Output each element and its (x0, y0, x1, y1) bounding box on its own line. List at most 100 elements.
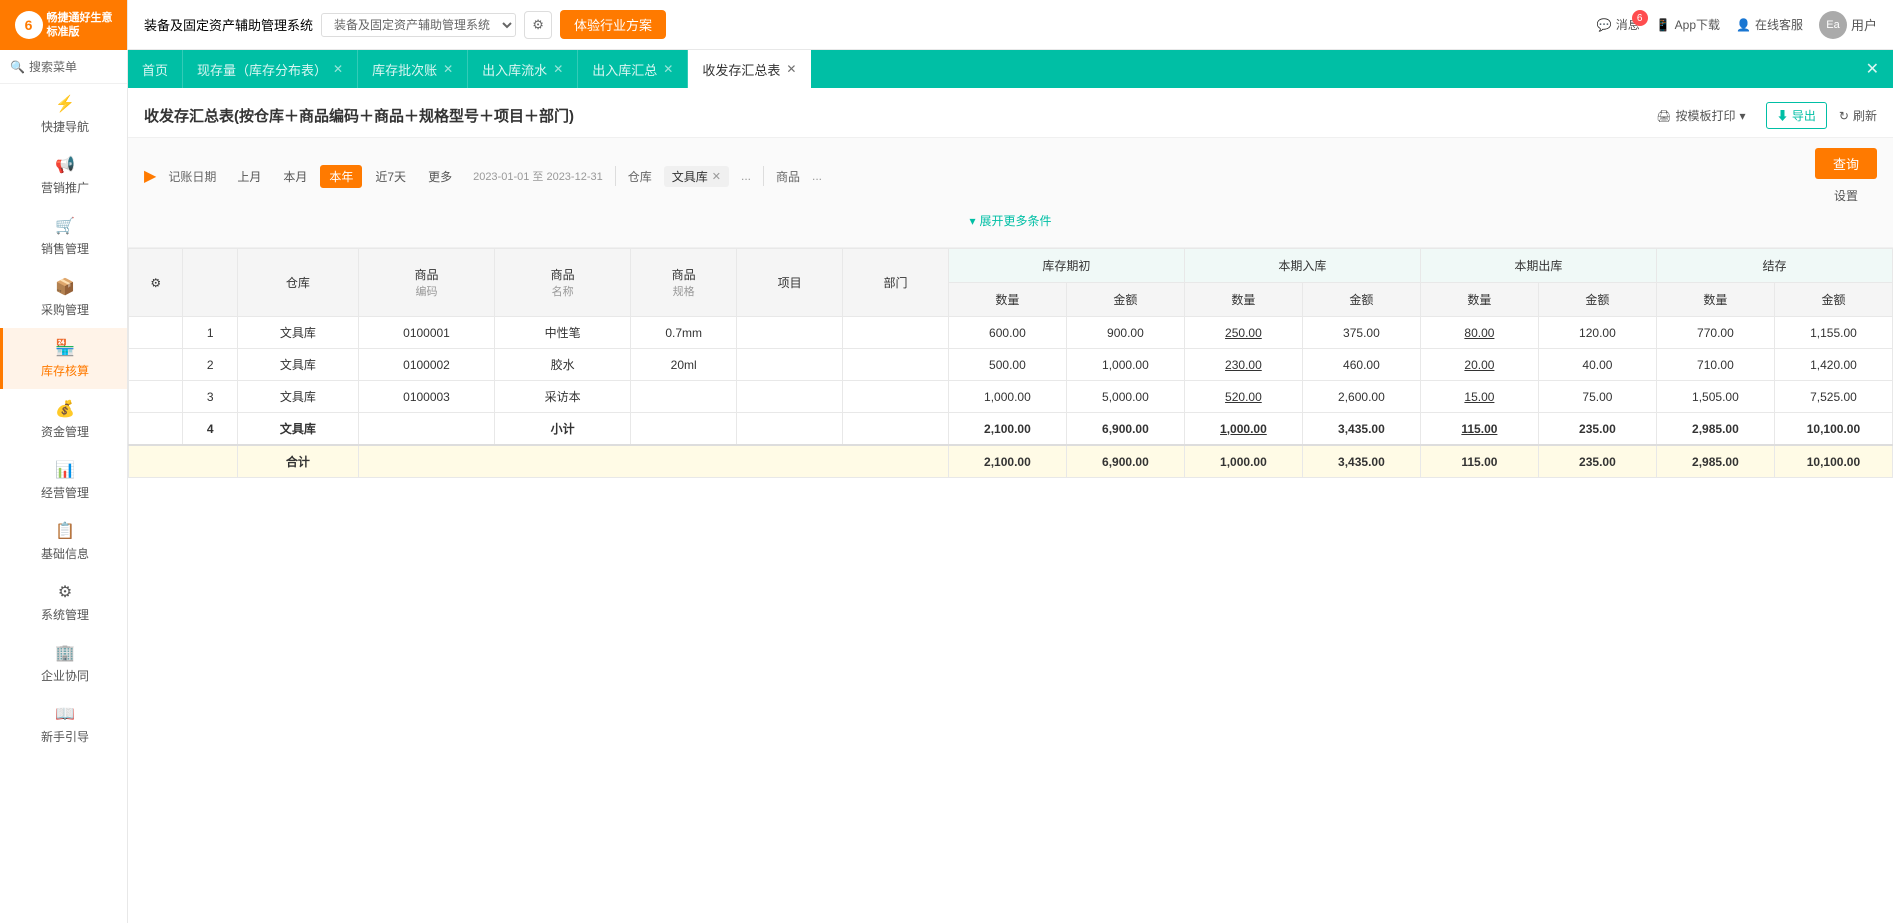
cell-total-in-amt: 3,435.00 (1302, 445, 1420, 478)
cell-in-qty[interactable]: 1,000.00 (1184, 413, 1302, 446)
tab-receipt-summary[interactable]: 收发存汇总表 ✕ (688, 50, 811, 88)
operations-icon: 📊 (55, 460, 75, 480)
refresh-label: 刷新 (1853, 107, 1877, 124)
date-btn-this-month[interactable]: 本月 (274, 165, 316, 188)
th-bal-amt: 金额 (1774, 283, 1892, 317)
export-label: 导出 (1792, 109, 1816, 123)
sidebar-item-basic-info[interactable]: 📋 基础信息 (0, 511, 127, 572)
sidebar-item-operations[interactable]: 📊 经营管理 (0, 450, 127, 511)
th-settings[interactable]: ⚙ (129, 249, 183, 317)
cell-out-amt: 120.00 (1538, 317, 1656, 349)
th-goods: 商品名称 (495, 249, 631, 317)
sidebar-item-purchase[interactable]: 📦 采购管理 (0, 267, 127, 328)
sidebar-item-label: 资金管理 (41, 423, 89, 440)
user-btn[interactable]: Ea 用户 (1819, 11, 1877, 39)
cell-in-qty[interactable]: 230.00 (1184, 349, 1302, 381)
date-btn-last-7-days[interactable]: 近7天 (366, 165, 415, 188)
date-btn-last-month[interactable]: 上月 (228, 165, 270, 188)
cell-project (737, 349, 843, 381)
filter-collapse-btn[interactable]: ▶ (144, 166, 156, 186)
cell-no: 4 (183, 413, 237, 446)
cell-in-qty[interactable]: 250.00 (1184, 317, 1302, 349)
sidebar-item-quick-nav[interactable]: ⚡ 快捷导航 (0, 84, 127, 145)
export-btn[interactable]: ⬇ 导出 (1766, 102, 1827, 129)
date-btn-this-year[interactable]: 本年 (320, 165, 362, 188)
tab-batch-ledger-close[interactable]: ✕ (443, 62, 453, 76)
date-btn-more[interactable]: 更多 (419, 165, 461, 188)
trial-button[interactable]: 体验行业方案 (560, 10, 666, 39)
cell-out-qty[interactable]: 80.00 (1420, 317, 1538, 349)
th-no (183, 249, 237, 317)
cell-in-amt: 460.00 (1302, 349, 1420, 381)
newbie-icon: 📖 (55, 704, 75, 724)
date-range-display: 2023-01-01 至 2023-12-31 (473, 168, 603, 184)
sidebar-item-newbie[interactable]: 📖 新手引导 (0, 694, 127, 755)
sidebar-search[interactable]: 🔍 搜索菜单 (0, 50, 127, 84)
tab-inventory-dist[interactable]: 现存量（库存分布表） ✕ (183, 50, 358, 88)
system-selector[interactable]: 装备及固定资产辅助管理系统 (321, 13, 516, 37)
chevron-down-icon: ▾ (1740, 109, 1746, 123)
cell-out-qty[interactable]: 115.00 (1420, 413, 1538, 446)
tab-home-label: 首页 (142, 60, 168, 79)
tab-inout-summary[interactable]: 出入库汇总 ✕ (578, 50, 688, 88)
search-label: 搜索菜单 (29, 58, 77, 75)
warehouse-more[interactable]: ... (741, 169, 751, 183)
cell-subtotal-label: 小计 (495, 413, 631, 446)
cell-project (737, 317, 843, 349)
sidebar-item-label: 营销推广 (41, 179, 89, 196)
cell-out-amt: 235.00 (1538, 413, 1656, 446)
sidebar-item-sales[interactable]: 🛒 销售管理 (0, 206, 127, 267)
cell-project (737, 413, 843, 446)
refresh-btn[interactable]: ↻ 刷新 (1839, 107, 1877, 124)
app-download-btn[interactable]: 📱 App下载 (1656, 16, 1720, 33)
sidebar-item-system[interactable]: ⚙ 系统管理 (0, 572, 127, 633)
refresh-icon: ↻ (1839, 109, 1849, 123)
cell-in-qty[interactable]: 520.00 (1184, 381, 1302, 413)
inventory-icon: 🏪 (55, 338, 75, 358)
cell-warehouse: 文具库 (237, 317, 358, 349)
sidebar-item-label: 库存核算 (41, 362, 89, 379)
app-download-label: App下载 (1675, 16, 1720, 33)
tab-bar: 首页 现存量（库存分布表） ✕ 库存批次账 ✕ 出入库流水 ✕ 出入库汇总 ✕ … (128, 50, 1893, 88)
expand-icon: ▾ (969, 214, 975, 228)
cell-out-qty[interactable]: 15.00 (1420, 381, 1538, 413)
tab-inout-summary-close[interactable]: ✕ (663, 62, 673, 76)
th-warehouse: 仓库 (237, 249, 358, 317)
notification-btn[interactable]: 💬 消息 6 (1597, 16, 1640, 33)
cell-dept (843, 317, 949, 349)
warehouse-tag-close[interactable]: ✕ (712, 170, 721, 183)
settings-icon-btn[interactable]: ⚙ (524, 11, 552, 39)
content-area: 收发存汇总表(按仓库＋商品编码＋商品＋规格型号＋项目＋部门) 🖨 按模板打印 ▾… (128, 88, 1893, 923)
cell-total-empty (129, 445, 238, 478)
tab-home[interactable]: 首页 (128, 50, 183, 88)
tab-receipt-summary-close[interactable]: ✕ (786, 62, 796, 76)
cell-spec: 20ml (631, 349, 737, 381)
sidebar: 6 畅捷通好生意标准版 🔍 搜索菜单 ⚡ 快捷导航 📢 营销推广 🛒 销售管理 … (0, 0, 128, 923)
column-settings-icon[interactable]: ⚙ (150, 276, 161, 290)
cell-code: 0100003 (358, 381, 494, 413)
sidebar-item-inventory[interactable]: 🏪 库存核算 (0, 328, 127, 389)
tab-inout-flow[interactable]: 出入库流水 ✕ (468, 50, 578, 88)
template-print-btn[interactable]: 🖨 按模板打印 ▾ (1648, 103, 1753, 128)
query-button[interactable]: 查询 (1815, 148, 1877, 179)
topbar-actions: 💬 消息 6 📱 App下载 👤 在线客服 Ea 用户 (1597, 11, 1877, 39)
cell-total-out-qty: 115.00 (1420, 445, 1538, 478)
sidebar-item-marketing[interactable]: 📢 营销推广 (0, 145, 127, 206)
template-print-label: 按模板打印 (1676, 107, 1736, 124)
sidebar-item-finance[interactable]: 💰 资金管理 (0, 389, 127, 450)
cell-total-opening-qty: 2,100.00 (948, 445, 1066, 478)
goods-more[interactable]: ... (812, 169, 822, 183)
cell-out-qty[interactable]: 20.00 (1420, 349, 1538, 381)
filter-settings-btn[interactable]: 设置 (1834, 187, 1858, 204)
th-in-qty: 数量 (1184, 283, 1302, 317)
tab-inventory-dist-close[interactable]: ✕ (333, 62, 343, 76)
cell-warehouse: 文具库 (237, 413, 358, 446)
tab-batch-ledger[interactable]: 库存批次账 ✕ (358, 50, 468, 88)
tab-batch-ledger-label: 库存批次账 (372, 60, 437, 79)
expand-conditions-btn[interactable]: ▾ 展开更多条件 (969, 212, 1051, 229)
tab-inout-flow-close[interactable]: ✕ (553, 62, 563, 76)
tabs-close-all-btn[interactable]: ✕ (1852, 59, 1893, 79)
main-area: 装备及固定资产辅助管理系统 装备及固定资产辅助管理系统 ⚙ 体验行业方案 💬 消… (128, 0, 1893, 923)
online-service-btn[interactable]: 👤 在线客服 (1736, 16, 1803, 33)
sidebar-item-enterprise[interactable]: 🏢 企业协同 (0, 633, 127, 694)
